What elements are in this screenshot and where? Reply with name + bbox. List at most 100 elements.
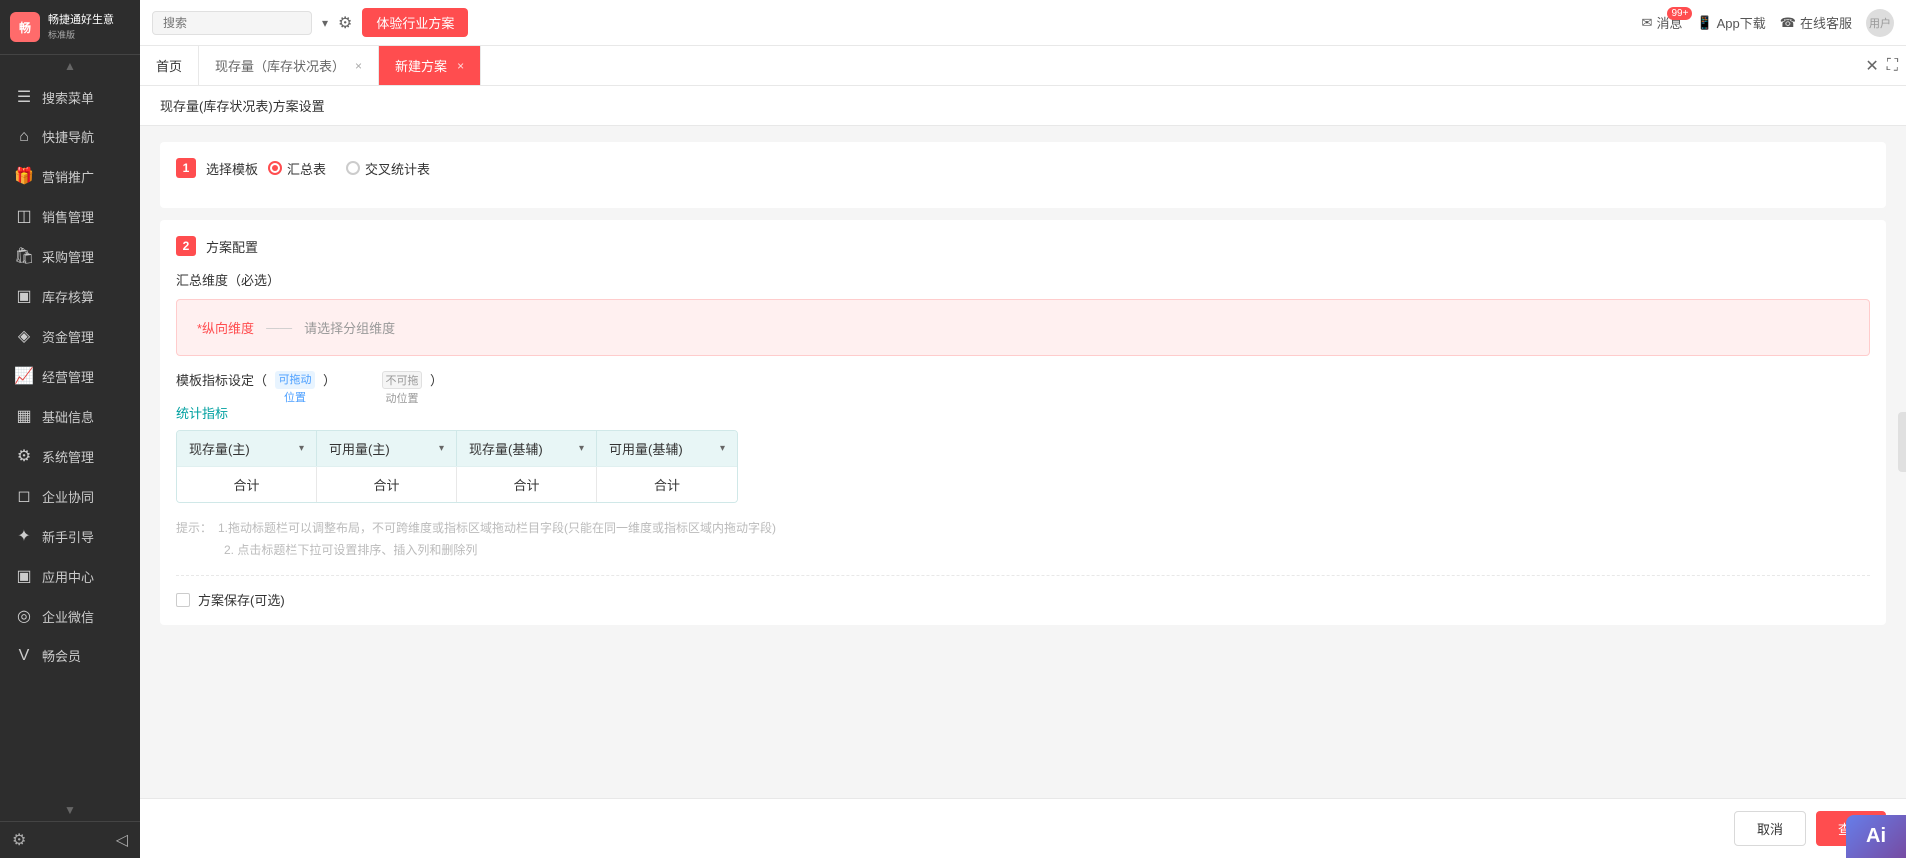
sidebar-item-label: 采购管理	[42, 247, 94, 266]
topbar-right: ✉ 消息 99+ 📱 App下载 ☎ 在线客服 用户	[1642, 9, 1894, 37]
radio-cross[interactable]: 交叉统计表	[346, 159, 430, 178]
avatar-placeholder: 用户	[1869, 15, 1891, 31]
template-radio-group: 汇总表 交叉统计表	[268, 159, 430, 178]
sidebar-item-label: 系统管理	[42, 447, 94, 466]
tab-new-plan[interactable]: 新建方案 ×	[379, 46, 481, 85]
tab-expand-btn[interactable]: ⛶	[1887, 57, 1898, 75]
tab-new-plan-close-icon[interactable]: ×	[457, 59, 464, 73]
dimension-placeholder[interactable]: 请选择分组维度	[304, 318, 395, 337]
stats-section: 统计指标 现存量(主) ▾ 可用量(主) ▾	[176, 403, 1870, 506]
col2-chevron-icon[interactable]: ▾	[439, 443, 444, 454]
sidebar-item-label: 库存核算	[42, 287, 94, 306]
save-row: 方案保存(可选)	[176, 590, 1870, 609]
tab-inventory-label: 现存量（库存状况表）	[215, 56, 345, 75]
tips-section: 提示： 1.拖动标题栏可以调整布局，不可跨维度或指标区域拖动栏目字段(只能在同一…	[176, 518, 1870, 561]
purchase-icon: 🛍	[14, 246, 34, 266]
sidebar-item-label: 企业协同	[42, 487, 94, 506]
sales-icon: ◫	[14, 206, 34, 226]
sidebar-item-new-guide[interactable]: ✦ 新手引导	[0, 516, 140, 556]
app-icon: 📱	[1696, 15, 1712, 31]
radio-summary-dot	[268, 161, 282, 175]
sidebar-item-quick-nav[interactable]: ⌂ 快捷导航	[0, 117, 140, 156]
stats-col-1-label: 现存量(主)	[189, 439, 250, 458]
sidebar-item-basic-info[interactable]: ▦ 基础信息	[0, 396, 140, 436]
search-menu-icon: ☰	[14, 87, 34, 107]
gear-icon[interactable]: ⚙	[338, 13, 352, 33]
stats-table-body: 合计 合计 合计 合计	[177, 466, 737, 502]
operations-icon: 📈	[14, 366, 34, 386]
sidebar-item-app-center[interactable]: ▣ 应用中心	[0, 556, 140, 596]
radio-cross-dot	[346, 161, 360, 175]
page-title: 现存量(库存状况表)方案设置	[160, 99, 325, 114]
settings-icon[interactable]: ⚙	[12, 830, 26, 850]
sidebar-item-purchase[interactable]: 🛍 采购管理	[0, 236, 140, 276]
sidebar-nav: ☰ 搜索菜单 ⌂ 快捷导航 🎁 营销推广 ◫ 销售管理 🛍 采购管理 ▣ 库存核…	[0, 77, 140, 799]
right-expand-handle[interactable]	[1898, 412, 1906, 472]
dimension-row: *纵向维度 —— 请选择分组维度	[197, 318, 1849, 337]
tabbar: 首页 现存量（库存状况表） × 新建方案 × ✕ ⛶	[140, 46, 1906, 86]
stats-col-4[interactable]: 可用量(基辅) ▾	[597, 431, 737, 466]
dropdown-chevron-icon[interactable]: ▾	[322, 16, 328, 30]
cooperation-icon: ◻	[14, 486, 34, 506]
step2-section: 2 方案配置 汇总维度（必选） *纵向维度 —— 请选择分组维度 模板指标设定（	[160, 220, 1886, 625]
tab-home[interactable]: 首页	[140, 46, 199, 85]
stats-col-4-label: 可用量(基辅)	[609, 439, 683, 458]
sidebar-scroll-up[interactable]: ▲	[0, 55, 140, 77]
sidebar-item-inventory[interactable]: ▣ 库存核算	[0, 276, 140, 316]
sidebar-item-cooperation[interactable]: ◻ 企业协同	[0, 476, 140, 516]
sidebar-item-vip-member[interactable]: V 畅会员	[0, 636, 140, 675]
tabbar-actions: ✕ ⛶	[1865, 56, 1906, 76]
app-name: 畅捷通好生意	[48, 13, 114, 27]
tab-close-all-btn[interactable]: ✕	[1865, 56, 1878, 76]
app-logo-icon: 畅	[10, 12, 40, 42]
user-avatar[interactable]: 用户	[1866, 9, 1894, 37]
sidebar-item-system[interactable]: ⚙ 系统管理	[0, 436, 140, 476]
basic-info-icon: ▦	[14, 406, 34, 426]
collapse-icon[interactable]: ◁	[116, 830, 128, 850]
tab-inventory-status[interactable]: 现存量（库存状况表） ×	[199, 46, 379, 85]
sidebar-item-operations[interactable]: 📈 经营管理	[0, 356, 140, 396]
sidebar-item-search-menu[interactable]: ☰ 搜索菜单	[0, 77, 140, 117]
sidebar-item-enterprise-wechat[interactable]: ◎ 企业微信	[0, 596, 140, 636]
step1-badge: 1	[176, 158, 196, 178]
sidebar-item-label: 营销推广	[42, 167, 94, 186]
radio-summary-label: 汇总表	[287, 159, 326, 178]
step1-title: 选择模板	[206, 159, 258, 178]
app-center-icon: ▣	[14, 566, 34, 586]
sidebar-item-sales[interactable]: ◫ 销售管理	[0, 196, 140, 236]
search-input[interactable]	[152, 11, 312, 35]
sidebar-item-finance[interactable]: ◈ 资金管理	[0, 316, 140, 356]
sidebar-item-marketing[interactable]: 🎁 营销推广	[0, 156, 140, 196]
radio-summary[interactable]: 汇总表	[268, 159, 326, 178]
sidebar-item-label: 基础信息	[42, 407, 94, 426]
main-area: ▾ ⚙ 体验行业方案 ✉ 消息 99+ 📱 App下载 ☎ 在线客服 用户	[140, 0, 1906, 858]
ai-badge[interactable]: Ai	[1846, 815, 1906, 858]
col1-chevron-icon[interactable]: ▾	[299, 443, 304, 454]
sidebar-item-label: 经营管理	[42, 367, 94, 386]
dimension-box: *纵向维度 —— 请选择分组维度	[176, 299, 1870, 356]
sidebar-scroll-down[interactable]: ▼	[0, 799, 140, 821]
vip-icon: V	[14, 647, 34, 665]
app-download-btn[interactable]: 📱 App下载	[1696, 13, 1765, 32]
save-label: 方案保存(可选)	[198, 590, 285, 609]
col4-chevron-icon[interactable]: ▾	[720, 443, 725, 454]
app-badge: 标准版	[48, 28, 114, 41]
indicator-settings: 模板指标设定（ 可拖动位置 ） 不可拖动位置 ）	[176, 370, 1870, 389]
new-guide-icon: ✦	[14, 526, 34, 546]
online-service-btn[interactable]: ☎ 在线客服	[1780, 13, 1852, 32]
step2-header: 2 方案配置	[176, 236, 1870, 256]
step1-section: 1 选择模板 汇总表 交叉统计表	[160, 142, 1886, 208]
trial-btn[interactable]: 体验行业方案	[362, 8, 468, 37]
sidebar-item-label: 资金管理	[42, 327, 94, 346]
stats-col-1[interactable]: 现存量(主) ▾	[177, 431, 317, 466]
topbar: ▾ ⚙ 体验行业方案 ✉ 消息 99+ 📱 App下载 ☎ 在线客服 用户	[140, 0, 1906, 46]
col3-chevron-icon[interactable]: ▾	[579, 443, 584, 454]
cancel-button[interactable]: 取消	[1734, 811, 1806, 846]
inventory-icon: ▣	[14, 286, 34, 306]
stats-col-2[interactable]: 可用量(主) ▾	[317, 431, 457, 466]
message-btn[interactable]: ✉ 消息 99+	[1642, 13, 1683, 32]
tab-inventory-close-icon[interactable]: ×	[355, 59, 362, 73]
save-checkbox[interactable]	[176, 593, 190, 607]
stats-col-3[interactable]: 现存量(基辅) ▾	[457, 431, 597, 466]
page-header: 现存量(库存状况表)方案设置	[140, 86, 1906, 126]
